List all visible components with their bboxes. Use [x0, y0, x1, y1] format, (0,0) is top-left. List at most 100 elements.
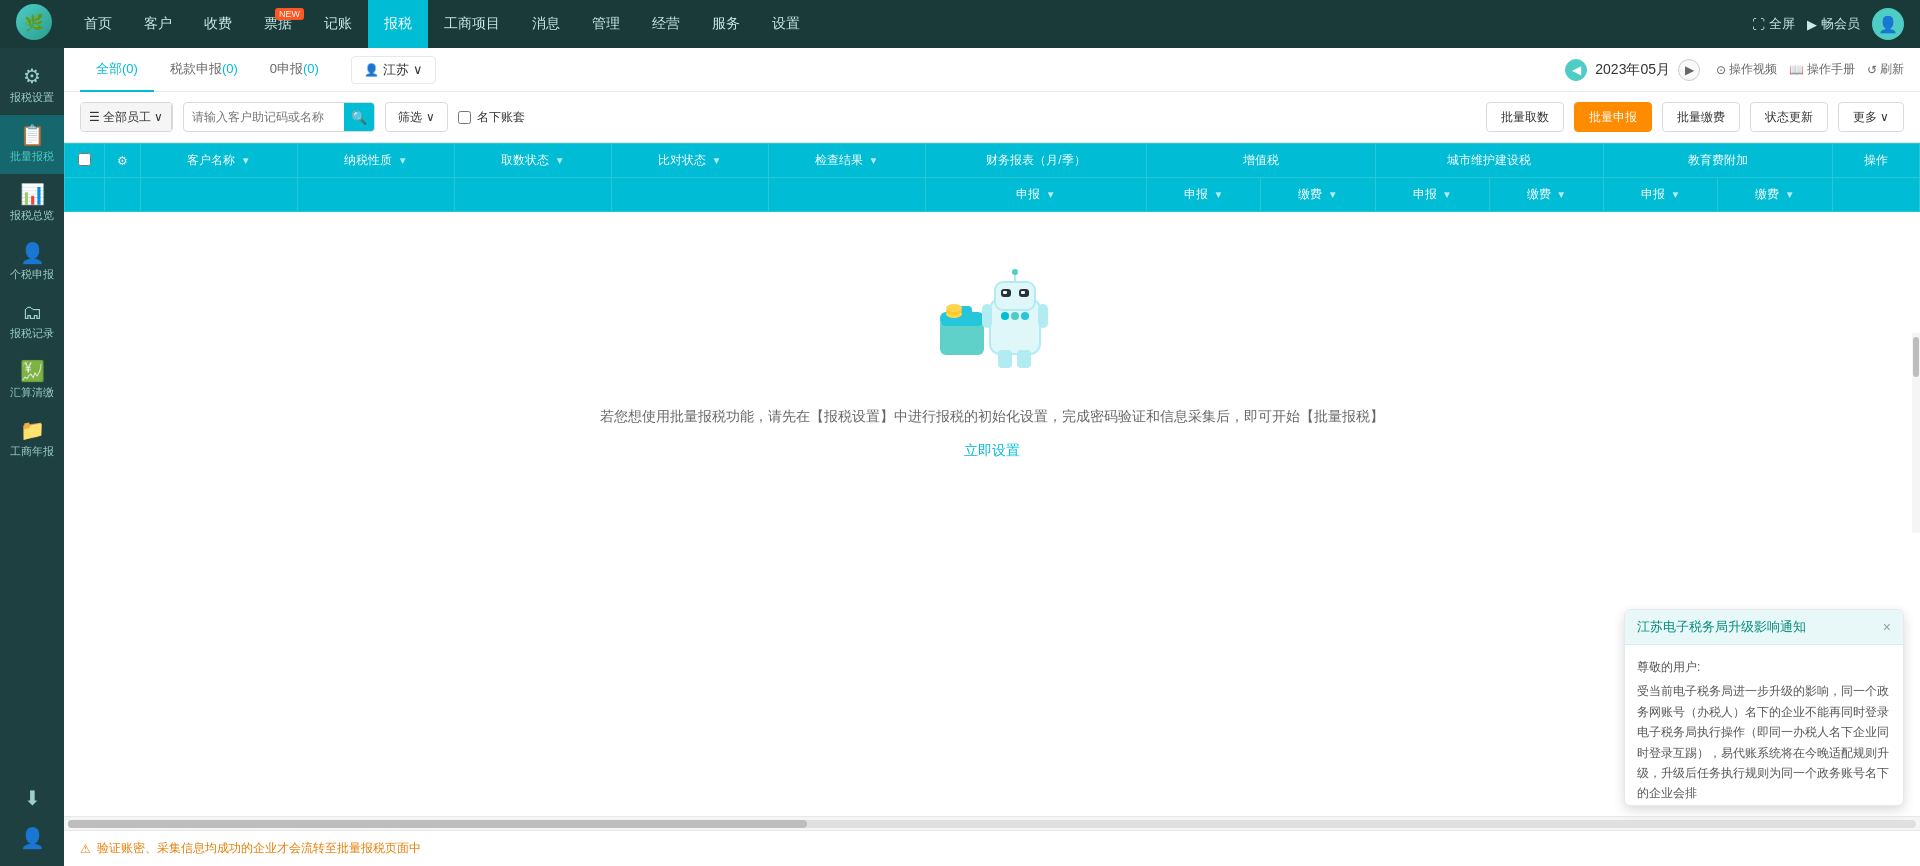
batch-tax-icon: 📋 [20, 125, 45, 145]
refresh-button[interactable]: ↺ 刷新 [1867, 61, 1904, 78]
region-selector[interactable]: 👤 江苏 ∨ [351, 56, 436, 84]
svg-point-16 [1011, 312, 1019, 320]
scrollbar-thumb[interactable] [68, 820, 807, 828]
subset-checkbox[interactable] [458, 111, 471, 124]
setup-now-link[interactable]: 立即设置 [964, 442, 1020, 460]
sidebar-item-settlement[interactable]: 💹 汇算清缴 [0, 351, 64, 410]
nav-client[interactable]: 客户 [128, 0, 188, 48]
scrollbar-track [68, 820, 1916, 828]
subset-checkbox-label[interactable]: 名下账套 [458, 109, 525, 126]
search-input[interactable] [184, 110, 344, 124]
page-scrollbar[interactable] [1912, 333, 1920, 533]
nav-management[interactable]: 管理 [576, 0, 636, 48]
batch-pay-button[interactable]: 批量缴费 [1662, 102, 1740, 132]
sub-city-pay: 缴费 ▼ [1489, 178, 1603, 212]
next-month-button[interactable]: ▶ [1678, 59, 1700, 81]
filter-check-icon[interactable]: ▼ [869, 155, 879, 166]
notification-text: 受当前电子税务局进一步升级的影响，同一个政务网账号（办税人）名下的企业不能再同时… [1637, 681, 1891, 803]
sidebar-item-tax-settings[interactable]: ⚙ 报税设置 [0, 56, 64, 115]
filter-edu-declare-icon[interactable]: ▼ [1671, 189, 1681, 200]
notification-header: 江苏电子税务局升级影响通知 × [1625, 610, 1903, 645]
svg-rect-20 [998, 350, 1012, 368]
empty-state: 若您想使用批量报税功能，请先在【报税设置】中进行报税的初始化设置，完成密码验证和… [64, 212, 1920, 512]
col-operation: 操作 [1832, 144, 1919, 178]
sidebar-item-tax-overview[interactable]: 📊 报税总览 [0, 174, 64, 233]
region-chevron-icon: ∨ [413, 62, 423, 77]
filter-edu-pay-icon[interactable]: ▼ [1785, 189, 1795, 200]
select-all-checkbox[interactable] [78, 153, 91, 166]
sidebar-item-batch-tax[interactable]: 📋 批量报税 [0, 115, 64, 174]
nav-service[interactable]: 服务 [696, 0, 756, 48]
tab-zero-declare[interactable]: 0申报 (0) [254, 48, 335, 92]
notification-title: 江苏电子税务局升级影响通知 [1637, 618, 1806, 636]
manual-link[interactable]: 📖 操作手册 [1789, 61, 1855, 78]
batch-declare-button[interactable]: 批量申报 [1574, 102, 1652, 132]
prev-month-button[interactable]: ◀ [1565, 59, 1587, 81]
employee-selector[interactable]: ☰ 全部员工 ∨ [80, 102, 173, 132]
search-button[interactable]: 🔍 [344, 102, 374, 132]
filter-taxtype-icon[interactable]: ▼ [398, 155, 408, 166]
month-navigator: ◀ 2023年05月 ▶ [1565, 59, 1700, 81]
sidebar-download[interactable]: ⬇ [0, 778, 64, 818]
notification-popup: 江苏电子税务局升级影响通知 × 尊敬的用户: 受当前电子税务局进一步升级的影响，… [1624, 609, 1904, 806]
filter-city-pay-icon[interactable]: ▼ [1556, 189, 1566, 200]
filter-fetch-icon[interactable]: ▼ [555, 155, 565, 166]
sidebar-item-annual-report[interactable]: 📁 工商年报 [0, 410, 64, 469]
sidebar-user[interactable]: 👤 [0, 818, 64, 858]
settings-icon: ⚙ [23, 66, 41, 86]
nav-home[interactable]: 首页 [68, 0, 128, 48]
sidebar: ⚙ 报税设置 📋 批量报税 📊 报税总览 👤 个税申报 🗂 报税记录 💹 汇算清… [0, 48, 64, 866]
sidebar-item-personal-tax[interactable]: 👤 个税申报 [0, 233, 64, 292]
video-tutorial-link[interactable]: ⊙ 操作视频 [1716, 61, 1777, 78]
filter-vat-declare-icon[interactable]: ▼ [1213, 189, 1223, 200]
svg-rect-11 [1003, 291, 1007, 294]
app-logo[interactable]: 🌿 [16, 4, 56, 44]
play-icon: ▶ [1807, 17, 1817, 32]
more-button[interactable]: 更多 ∨ [1838, 102, 1904, 132]
tab-tax-declare[interactable]: 税款申报 (0) [154, 48, 254, 92]
sub-edu-declare: 申报 ▼ [1604, 178, 1718, 212]
nav-invoice[interactable]: 票据 NEW [248, 0, 308, 48]
dropdown-icon: ∨ [154, 110, 163, 124]
nav-accounting[interactable]: 记账 [308, 0, 368, 48]
annual-icon: 📁 [20, 420, 45, 440]
filter-fin-declare-icon[interactable]: ▼ [1046, 189, 1056, 200]
notification-body: 尊敬的用户: 受当前电子税务局进一步升级的影响，同一个政务网账号（办税人）名下的… [1625, 645, 1903, 805]
filter-vat-pay-icon[interactable]: ▼ [1328, 189, 1338, 200]
svg-point-14 [1012, 269, 1018, 275]
col-fetch-status: 取数状态 ▼ [454, 144, 611, 178]
filter-client-icon[interactable]: ▼ [241, 155, 251, 166]
current-month: 2023年05月 [1595, 61, 1670, 79]
filter-city-declare-icon[interactable]: ▼ [1442, 189, 1452, 200]
col-vat-group: 增值税 [1147, 144, 1376, 178]
col-tax-type: 纳税性质 ▼ [297, 144, 454, 178]
col-financial-report-group: 财务报表（月/季） [925, 144, 1146, 178]
nav-business[interactable]: 工商项目 [428, 0, 516, 48]
nav-message[interactable]: 消息 [516, 0, 576, 48]
col-client-name: 客户名称 ▼ [141, 144, 298, 178]
filter-compare-icon[interactable]: ▼ [712, 155, 722, 166]
batch-fetch-button[interactable]: 批量取数 [1486, 102, 1564, 132]
tab-actions: ⊙ 操作视频 📖 操作手册 ↺ 刷新 [1716, 61, 1904, 78]
horizontal-scrollbar[interactable] [64, 816, 1920, 830]
nav-settings[interactable]: 设置 [756, 0, 816, 48]
nav-tax[interactable]: 报税 [368, 0, 428, 48]
svg-point-5 [946, 304, 962, 312]
fullscreen-button[interactable]: ⛶ 全屏 [1752, 15, 1795, 33]
nav-right-area: ⛶ 全屏 ▶ 畅会员 👤 [1752, 8, 1904, 40]
filter-button[interactable]: 筛选 ∨ [385, 102, 448, 132]
tab-all[interactable]: 全部 (0) [80, 48, 154, 92]
nav-menu: 首页 客户 收费 票据 NEW 记账 报税 工商项目 消息 管理 经营 服务 设… [68, 0, 1752, 48]
sidebar-item-tax-records[interactable]: 🗂 报税记录 [0, 292, 64, 351]
column-settings-icon[interactable]: ⚙ [117, 154, 128, 168]
nav-operation[interactable]: 经营 [636, 0, 696, 48]
table-icon: ☰ [89, 110, 100, 124]
notification-close-button[interactable]: × [1883, 619, 1891, 635]
nav-billing[interactable]: 收费 [188, 0, 248, 48]
user-avatar[interactable]: 👤 [1872, 8, 1904, 40]
vip-member-button[interactable]: ▶ 畅会员 [1807, 15, 1860, 33]
col-city-construction-group: 城市维护建设税 [1375, 144, 1604, 178]
warning-icon: ⚠ [80, 842, 91, 856]
status-update-button[interactable]: 状态更新 [1750, 102, 1828, 132]
svg-rect-12 [1021, 291, 1025, 294]
